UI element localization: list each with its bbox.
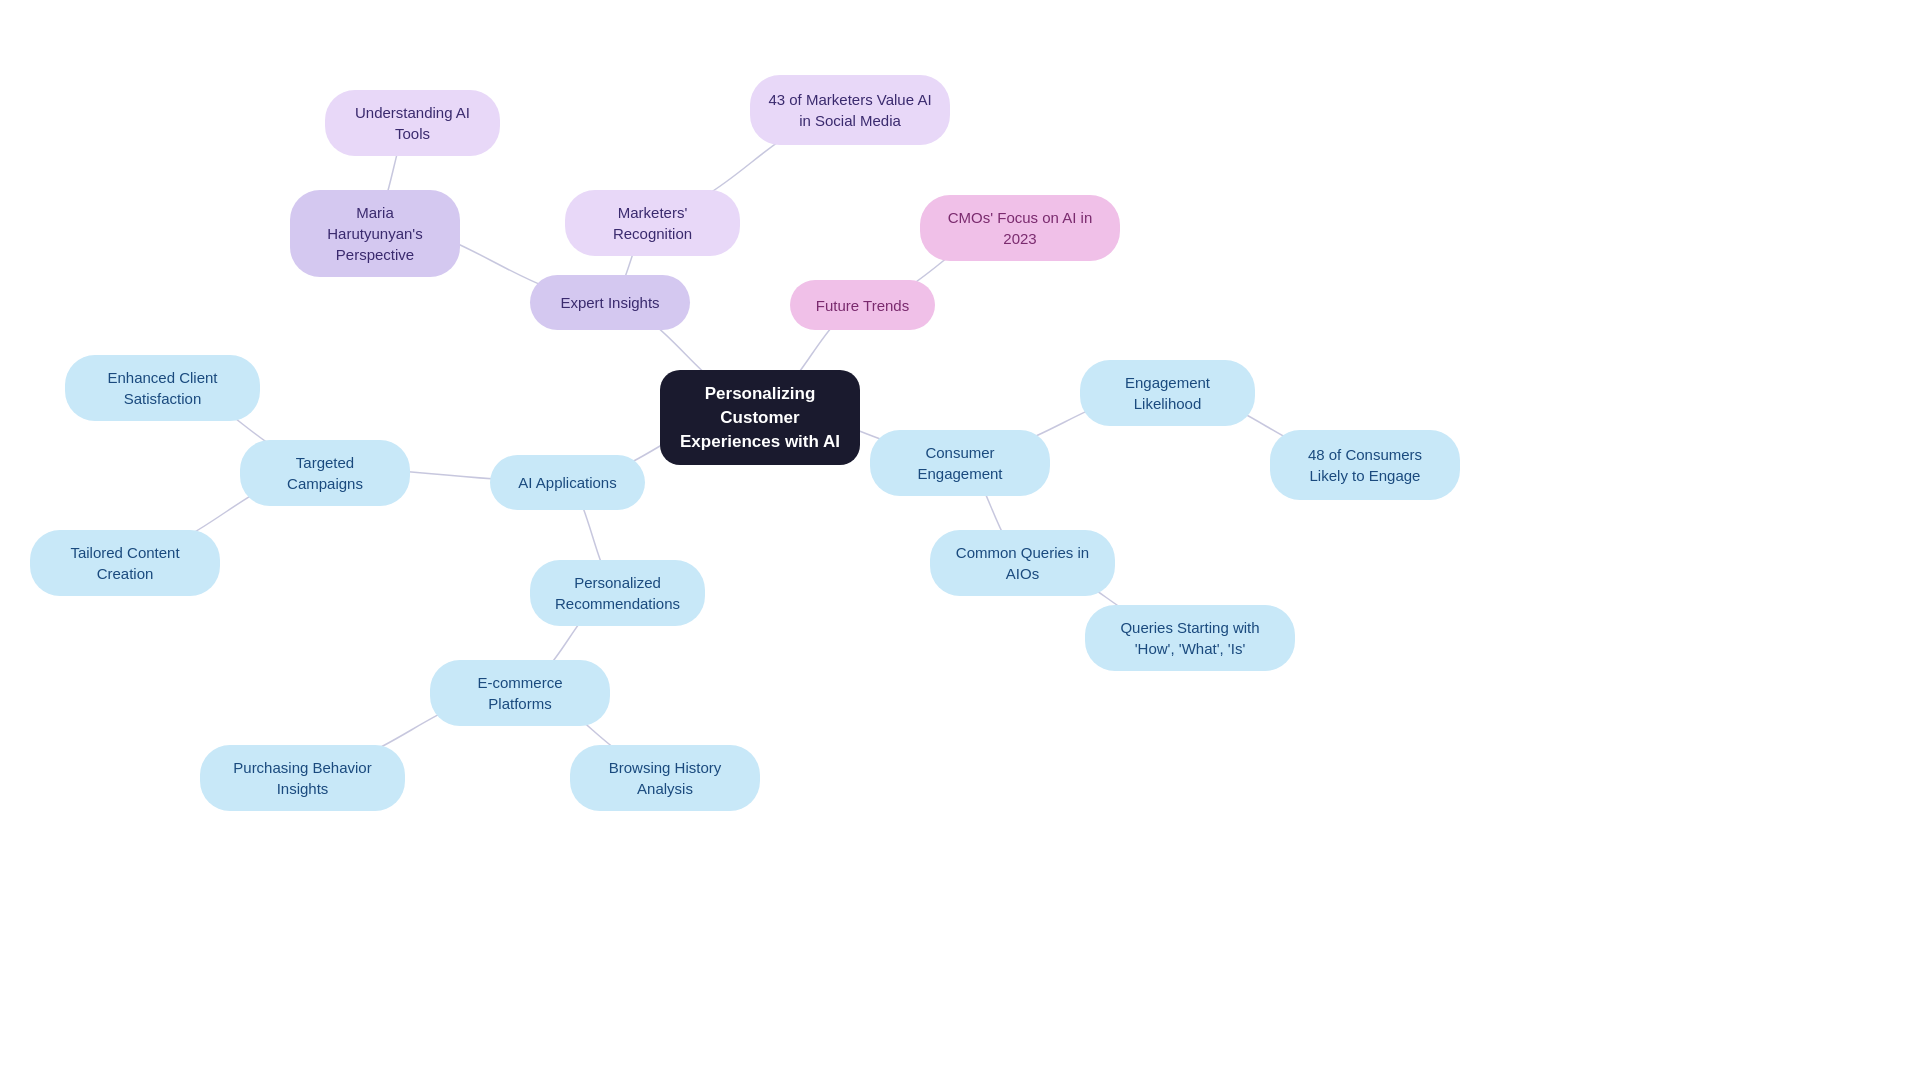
node-enhanced_client: Enhanced Client Satisfaction xyxy=(65,355,260,421)
node-queries_starting: Queries Starting with 'How', 'What', 'Is… xyxy=(1085,605,1295,671)
node-maria: Maria Harutyunyan's Perspective xyxy=(290,190,460,277)
node-ecommerce: E-commerce Platforms xyxy=(430,660,610,726)
node-personalized_recs: Personalized Recommendations xyxy=(530,560,705,626)
node-marketers_recognition: Marketers' Recognition xyxy=(565,190,740,256)
node-engagement_likelihood: Engagement Likelihood xyxy=(1080,360,1255,426)
node-cmos_focus: CMOs' Focus on AI in 2023 xyxy=(920,195,1120,261)
node-48_consumers: 48 of Consumers Likely to Engage xyxy=(1270,430,1460,500)
node-targeted_campaigns: Targeted Campaigns xyxy=(240,440,410,506)
node-center: Personalizing Customer Experiences with … xyxy=(660,370,860,465)
node-understanding_ai: Understanding AI Tools xyxy=(325,90,500,156)
node-browsing_history: Browsing History Analysis xyxy=(570,745,760,811)
node-future_trends: Future Trends xyxy=(790,280,935,330)
node-43_marketers: 43 of Marketers Value AI in Social Media xyxy=(750,75,950,145)
node-expert_insights: Expert Insights xyxy=(530,275,690,330)
node-ai_applications: AI Applications xyxy=(490,455,645,510)
node-consumer_engagement: Consumer Engagement xyxy=(870,430,1050,496)
node-purchasing_behavior: Purchasing Behavior Insights xyxy=(200,745,405,811)
node-common_queries: Common Queries in AIOs xyxy=(930,530,1115,596)
mindmap-container: Personalizing Customer Experiences with … xyxy=(0,0,1920,1083)
node-tailored_content: Tailored Content Creation xyxy=(30,530,220,596)
